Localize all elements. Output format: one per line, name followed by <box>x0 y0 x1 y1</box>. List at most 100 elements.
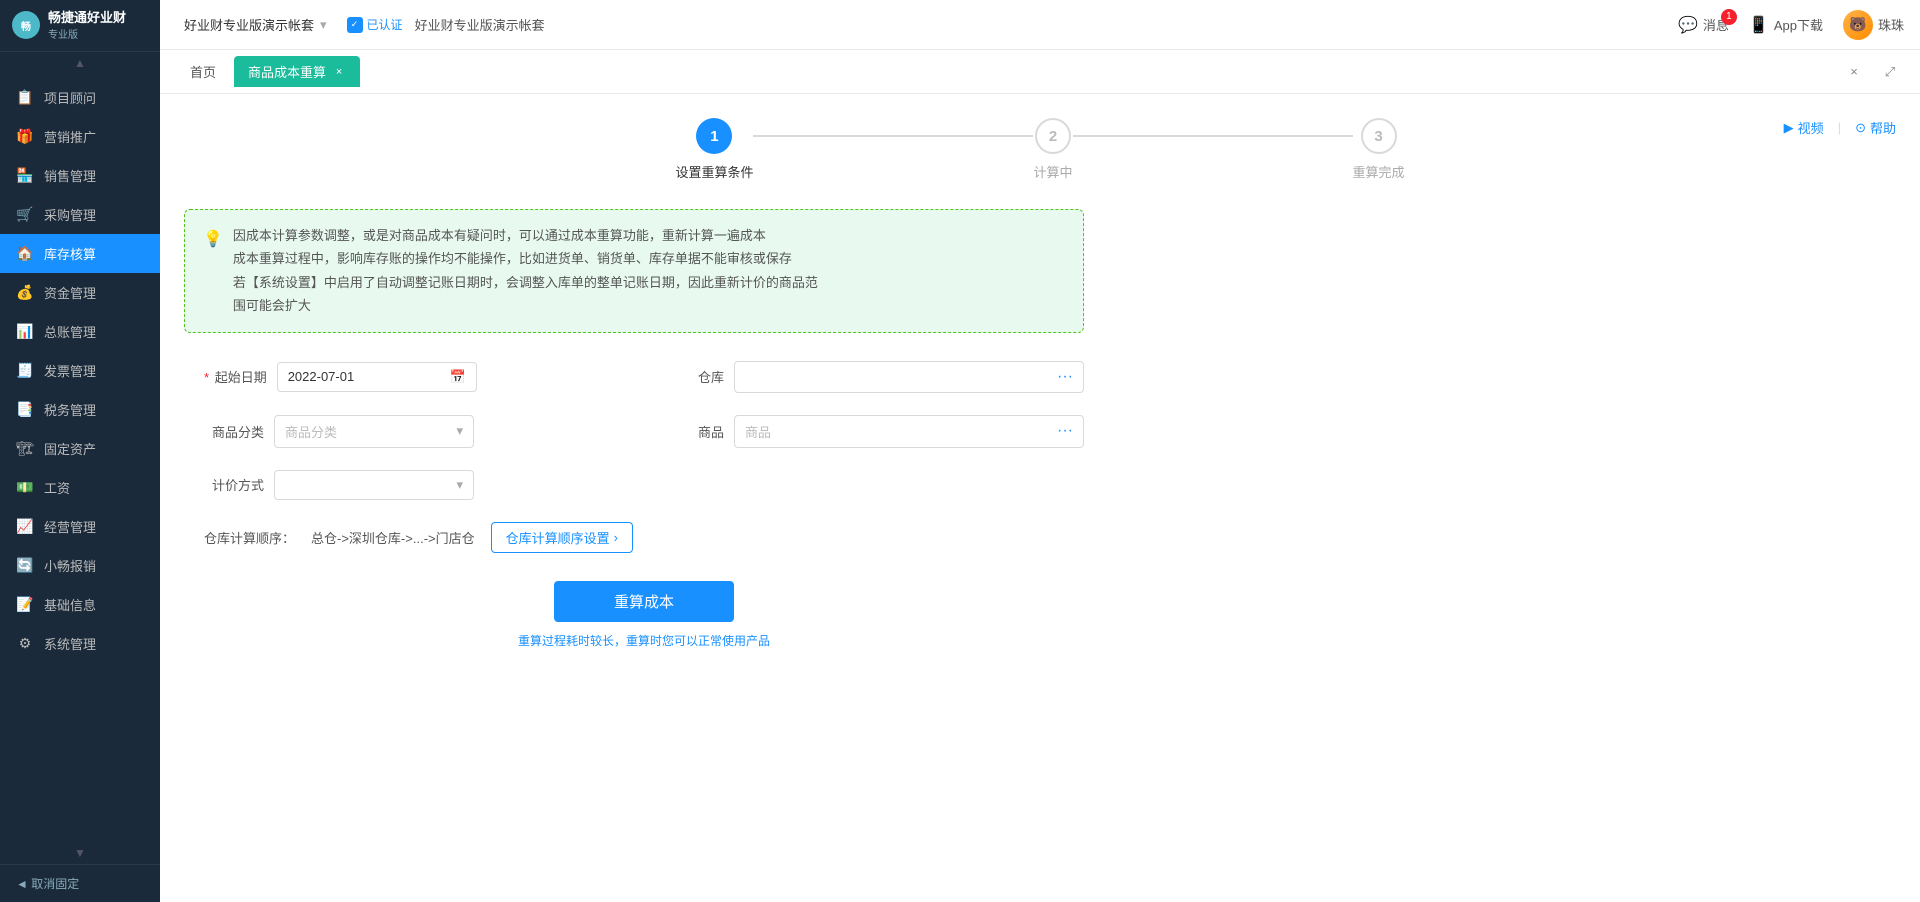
recalc-hint: 重算过程耗时较长，重算时您可以正常使用产品 <box>204 632 1084 649</box>
step-3-label: 重算完成 <box>1353 162 1405 181</box>
category-placeholder: 商品分类 <box>285 422 337 441</box>
sidebar-item-salary[interactable]: 💵 工资 <box>0 468 160 507</box>
warehouse-input[interactable]: ··· <box>734 361 1084 393</box>
warehouse-label: 仓库 <box>664 367 724 386</box>
category-field: 商品分类 商品分类 ▾ <box>204 415 624 448</box>
sidebar-scroll-up[interactable]: ▲ <box>0 52 160 74</box>
sidebar-item-project[interactable]: 📋 项目顾问 <box>0 78 160 117</box>
video-help-button[interactable]: ▶ 视频 <box>1784 118 1824 137</box>
step-3-circle: 3 <box>1361 118 1397 154</box>
account-selector[interactable]: 好业财专业版演示帐套 ▾ <box>176 11 335 38</box>
phone-icon: 📱 <box>1749 15 1769 35</box>
pricing-label: 计价方式 <box>204 475 264 494</box>
sidebar-item-label: 工资 <box>44 478 70 497</box>
invoice-icon: 🧾 <box>16 361 34 379</box>
stepper: 1 设置重算条件 2 计算中 3 重算完成 ▶ 视 <box>184 118 1896 181</box>
sidebar-item-system[interactable]: ⚙ 系统管理 <box>0 624 160 663</box>
shield-icon: ✓ <box>347 17 363 33</box>
user-avatar[interactable]: 🐻 珠珠 <box>1843 10 1904 40</box>
sidebar-item-label: 库存核算 <box>44 244 96 263</box>
topbar-right: 💬 消息 1 📱 App下载 🐻 珠珠 <box>1678 10 1904 40</box>
main-area: 好业财专业版演示帐套 ▾ ✓ 已认证 好业财专业版演示帐套 💬 消息 1 📱 A… <box>160 0 1920 902</box>
sidebar-unpin-button[interactable]: ◄ 取消固定 <box>0 864 160 902</box>
form-row-1: * 起始日期 2022-07-01 📅 仓库 ··· <box>204 361 1084 393</box>
verified-badge: ✓ 已认证 <box>347 16 403 33</box>
pricing-select[interactable]: ▾ <box>274 470 474 500</box>
step-1-label: 设置重算条件 <box>675 162 753 181</box>
sidebar-scroll-down[interactable]: ▼ <box>0 842 160 864</box>
avatar-image: 🐻 <box>1843 10 1873 40</box>
warehouse-order-row: 仓库计算顺序： 总仓->深圳仓库->...->门店仓 仓库计算顺序设置 › <box>204 522 1084 553</box>
info-line-2: 成本重算过程中，影响库存账的操作均不能操作，比如进货单、销货单、库存单据不能审核… <box>233 247 818 270</box>
info-icon: 💡 <box>203 226 223 318</box>
topbar: 好业财专业版演示帐套 ▾ ✓ 已认证 好业财专业版演示帐套 💬 消息 1 📱 A… <box>160 0 1920 50</box>
app-download-button[interactable]: 📱 App下载 <box>1749 15 1823 35</box>
sidebar-item-expense[interactable]: 🔄 小畅报销 <box>0 546 160 585</box>
warehouse-order-settings-button[interactable]: 仓库计算顺序设置 › <box>491 522 633 553</box>
product-input[interactable]: 商品 ··· <box>734 415 1084 448</box>
sales-icon: 🏪 <box>16 166 34 184</box>
tab-close-icon[interactable]: × <box>332 65 346 79</box>
step-line-1-2 <box>753 135 1033 137</box>
sidebar-item-operation[interactable]: 📈 经营管理 <box>0 507 160 546</box>
basic-icon: 📝 <box>16 595 34 613</box>
close-icon: × <box>1850 64 1858 79</box>
warehouse-field: 仓库 ··· <box>664 361 1084 393</box>
sidebar-item-marketing[interactable]: 🎁 营销推广 <box>0 117 160 156</box>
sidebar-item-inventory[interactable]: 🏠 库存核算 <box>0 234 160 273</box>
close-panel-button[interactable]: × <box>1840 58 1868 86</box>
pricing-chevron-icon: ▾ <box>456 477 463 493</box>
message-button[interactable]: 💬 消息 1 <box>1678 15 1729 35</box>
sidebar-item-asset[interactable]: 🏗 固定资产 <box>0 429 160 468</box>
sidebar-item-tax[interactable]: 📑 税务管理 <box>0 390 160 429</box>
form-row-2: 商品分类 商品分类 ▾ 商品 商品 ··· <box>204 415 1084 448</box>
marketing-icon: 🎁 <box>16 127 34 145</box>
expense-icon: 🔄 <box>16 556 34 574</box>
sidebar-header: 畅 畅捷通好业财 专业版 <box>0 0 160 52</box>
step-3: 3 重算完成 <box>1353 118 1405 181</box>
step-1: 1 设置重算条件 <box>675 118 753 181</box>
tabbar: 首页 商品成本重算 × × ⤢ <box>160 50 1920 94</box>
info-line-3: 若【系统设置】中启用了自动调整记账日期时，会调整入库单的整单记账日期，因此重新计… <box>233 271 818 294</box>
info-line-1: 因成本计算参数调整，或是对商品成本有疑问时，可以通过成本重算功能，重新计算一遍成… <box>233 224 818 247</box>
sidebar-item-accounting[interactable]: 📊 总账管理 <box>0 312 160 351</box>
sidebar-item-label: 营销推广 <box>44 127 96 146</box>
accounting-icon: 📊 <box>16 322 34 340</box>
account-display-name: 好业财专业版演示帐套 <box>415 15 545 34</box>
info-line-4: 围可能会扩大 <box>233 294 818 317</box>
help-button[interactable]: ⊙ 帮助 <box>1855 118 1896 137</box>
sidebar-item-sales[interactable]: 🏪 销售管理 <box>0 156 160 195</box>
tab-home[interactable]: 首页 <box>176 56 230 87</box>
expand-panel-button[interactable]: ⤢ <box>1876 58 1904 86</box>
form-row-3: 计价方式 ▾ <box>204 470 1084 500</box>
calendar-icon[interactable]: 📅 <box>450 369 466 385</box>
category-select[interactable]: 商品分类 ▾ <box>274 415 474 448</box>
product-label: 商品 <box>664 422 724 441</box>
purchase-icon: 🛒 <box>16 205 34 223</box>
sidebar-nav: 📋 项目顾问 🎁 营销推广 🏪 销售管理 🛒 采购管理 🏠 库存核算 💰 资金管… <box>0 74 160 842</box>
sidebar-item-label: 项目顾问 <box>44 88 96 107</box>
sidebar: 畅 畅捷通好业财 专业版 ▲ 📋 项目顾问 🎁 营销推广 🏪 销售管理 🛒 采购… <box>0 0 160 902</box>
recalc-section: 重算成本 重算过程耗时较长，重算时您可以正常使用产品 <box>204 581 1084 649</box>
sidebar-item-label: 经营管理 <box>44 517 96 536</box>
inventory-icon: 🏠 <box>16 244 34 262</box>
product-placeholder: 商品 <box>745 422 1049 441</box>
form-section: * 起始日期 2022-07-01 📅 仓库 ··· <box>184 361 1084 649</box>
sidebar-item-label: 基础信息 <box>44 595 96 614</box>
step-2-label: 计算中 <box>1033 162 1072 181</box>
step-2: 2 计算中 <box>1033 118 1072 181</box>
sidebar-item-basic[interactable]: 📝 基础信息 <box>0 585 160 624</box>
product-dots-icon[interactable]: ··· <box>1057 422 1073 440</box>
sidebar-item-purchase[interactable]: 🛒 采购管理 <box>0 195 160 234</box>
sidebar-item-label: 资金管理 <box>44 283 96 302</box>
tab-cost-recalc[interactable]: 商品成本重算 × <box>234 56 360 87</box>
recalc-button[interactable]: 重算成本 <box>554 581 734 622</box>
warehouse-dots-icon[interactable]: ··· <box>1057 368 1073 386</box>
sidebar-item-label: 税务管理 <box>44 400 96 419</box>
system-icon: ⚙ <box>16 634 34 652</box>
required-star: * <box>204 370 209 385</box>
sidebar-item-capital[interactable]: 💰 资金管理 <box>0 273 160 312</box>
sidebar-item-invoice[interactable]: 🧾 发票管理 <box>0 351 160 390</box>
sidebar-item-label: 发票管理 <box>44 361 96 380</box>
start-date-input[interactable]: 2022-07-01 📅 <box>277 362 477 392</box>
